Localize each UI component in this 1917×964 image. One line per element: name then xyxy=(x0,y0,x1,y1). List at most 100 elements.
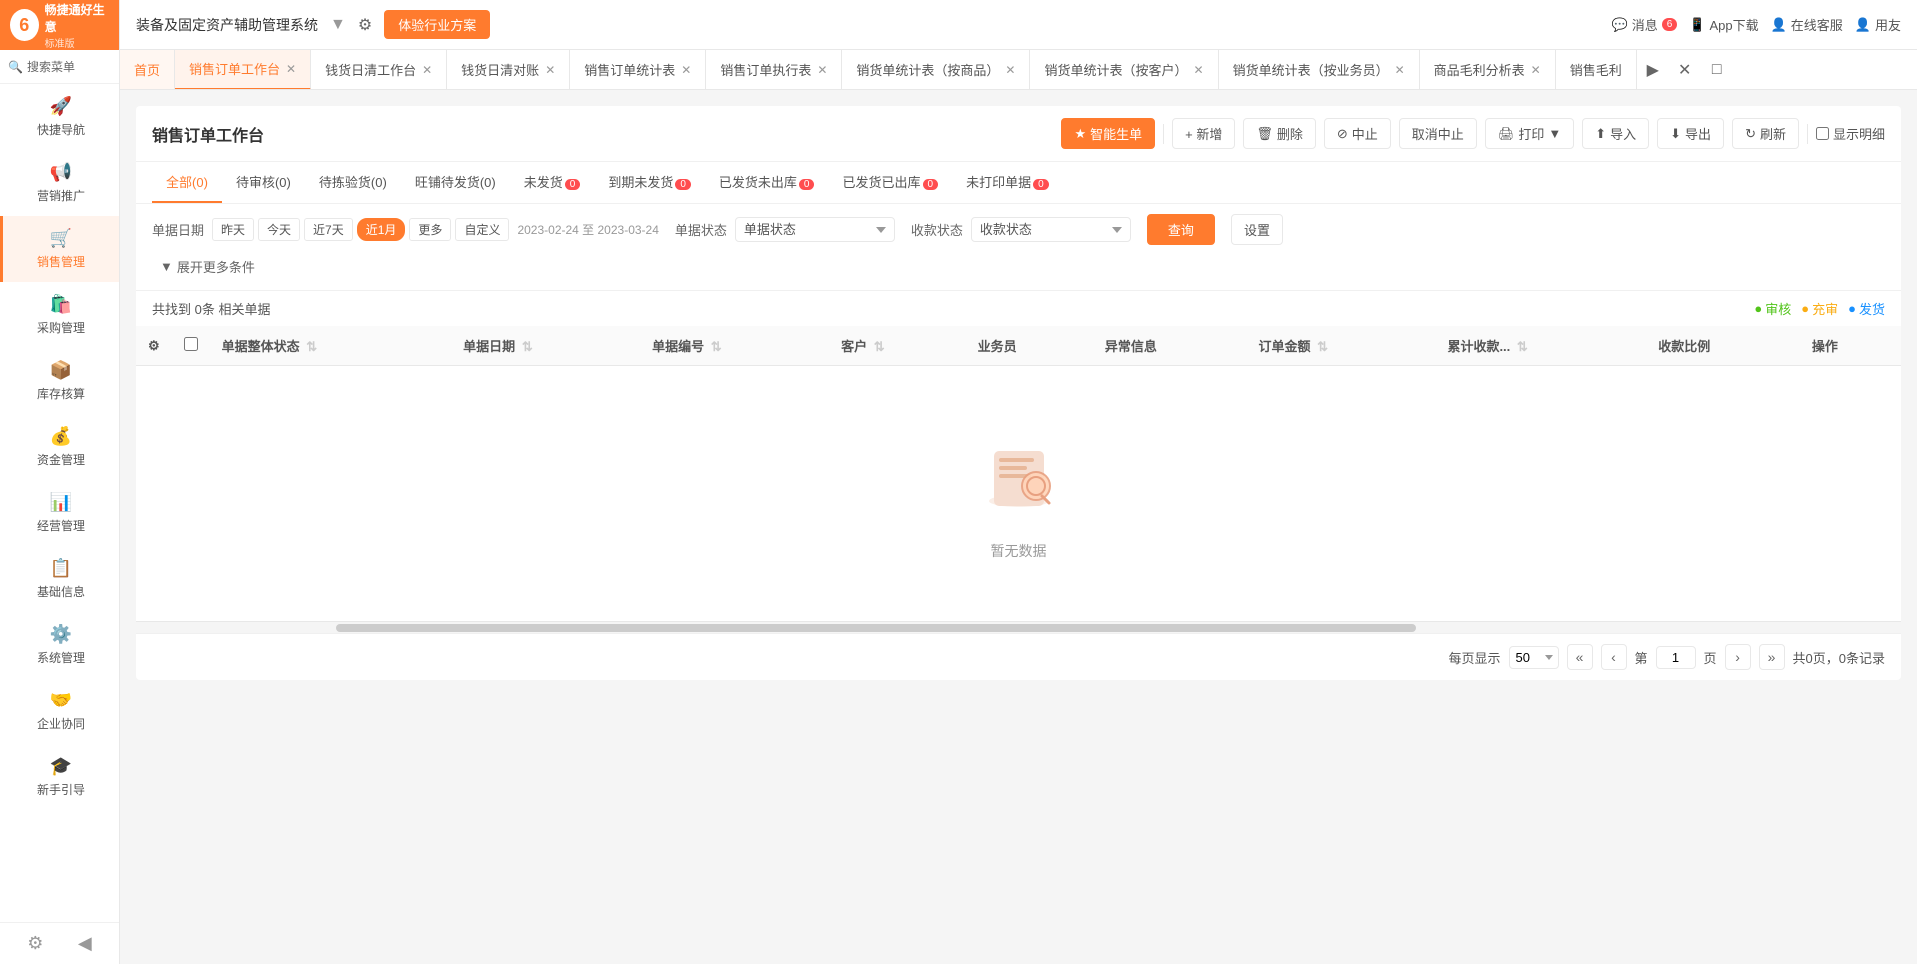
per-page-label: 每页显示 xyxy=(1448,648,1500,667)
sidebar-item-sales[interactable]: 🛒 销售管理 xyxy=(0,216,119,282)
column-settings-icon[interactable]: ⚙ xyxy=(148,338,160,353)
sort-amount-icon[interactable]: ⇅ xyxy=(1317,339,1328,354)
cancel-stop-btn[interactable]: 取消中止 xyxy=(1399,118,1477,149)
app-download-item[interactable]: 📱 App下载 xyxy=(1689,15,1758,34)
smart-create-btn[interactable]: ★ 智能生单 xyxy=(1061,118,1155,149)
add-btn[interactable]: + 新增 xyxy=(1172,118,1235,149)
sub-tab-not-printed[interactable]: 未打印单据0 xyxy=(952,162,1063,203)
sidebar-item-system[interactable]: ⚙️ 系统管理 xyxy=(0,612,119,678)
sidebar-item-guide[interactable]: 🎓 新手引导 xyxy=(0,744,119,810)
page-num-input[interactable] xyxy=(1656,646,1696,669)
query-btn[interactable]: 查询 xyxy=(1147,214,1215,245)
scroll-thumb[interactable] xyxy=(336,624,1416,632)
sub-tab-shipped-warehoused[interactable]: 已发货已出库0 xyxy=(828,162,952,203)
search-menu[interactable]: 🔍 搜索菜单 xyxy=(0,50,119,84)
tab-home[interactable]: 首页 xyxy=(120,50,175,90)
sort-date-icon[interactable]: ⇅ xyxy=(522,339,533,354)
sort-status-icon[interactable]: ⇅ xyxy=(306,339,317,354)
page-next-btn[interactable]: › xyxy=(1725,644,1751,670)
stop-btn[interactable]: ⊘ 中止 xyxy=(1324,118,1391,149)
tab-cash-reconcile[interactable]: 钱货日清对账 ✕ xyxy=(447,50,570,90)
tab-product-margin[interactable]: 商品毛利分析表 ✕ xyxy=(1420,50,1556,90)
page-prev-btn[interactable]: ‹ xyxy=(1601,644,1627,670)
export-btn[interactable]: ⬇ 导出 xyxy=(1657,118,1724,149)
message-icon-item[interactable]: 💬 消息 6 xyxy=(1612,15,1678,34)
tab-cash-daily[interactable]: 钱货日清工作台 ✕ xyxy=(311,50,447,90)
expand-more-btn[interactable]: ▼ 展开更多条件 xyxy=(152,253,1885,280)
batch-deliver-btn[interactable]: ● 发货 xyxy=(1848,299,1885,318)
show-detail-checkbox[interactable] xyxy=(1816,127,1829,140)
sub-tab-all[interactable]: 全部(0) xyxy=(152,162,222,203)
receipt-select[interactable]: 收款状态 xyxy=(971,217,1131,242)
online-service-item[interactable]: 👤 在线客服 xyxy=(1771,15,1843,34)
select-all-checkbox[interactable] xyxy=(184,337,198,351)
tab-close-all[interactable]: ✕ xyxy=(1669,50,1701,90)
sidebar-item-finance[interactable]: 💰 资金管理 xyxy=(0,414,119,480)
per-page-select[interactable]: 20 50 100 xyxy=(1509,646,1559,669)
status-select[interactable]: 单据状态 xyxy=(735,217,895,242)
tab-close-cash-reconcile[interactable]: ✕ xyxy=(545,63,555,77)
sidebar-item-base-info[interactable]: 📋 基础信息 xyxy=(0,546,119,612)
date-btn-custom[interactable]: 自定义 xyxy=(455,218,509,241)
sidebar-item-enterprise[interactable]: 🤝 企业协同 xyxy=(0,678,119,744)
sub-tab-shop-pending-ship[interactable]: 旺铺待发货(0) xyxy=(401,162,510,203)
sidebar-item-marketing[interactable]: 📢 营销推广 xyxy=(0,150,119,216)
date-btn-today[interactable]: 今天 xyxy=(258,218,300,241)
sidebar-item-purchase[interactable]: 🛍️ 采购管理 xyxy=(0,282,119,348)
message-icon: 💬 xyxy=(1612,17,1628,33)
tab-sales-workbench[interactable]: 销售订单工作台 ✕ xyxy=(175,50,311,90)
date-range-btns: 昨天 今天 近7天 近1月 更多 自定义 xyxy=(212,218,509,241)
tab-close-sales-stat[interactable]: ✕ xyxy=(681,63,691,77)
user-item[interactable]: 👤 用友 xyxy=(1855,15,1901,34)
page-first-btn[interactable]: « xyxy=(1567,644,1593,670)
tab-sales-summary-client[interactable]: 销货单统计表（按客户） ✕ xyxy=(1030,50,1218,90)
date-btn-more[interactable]: 更多 xyxy=(409,218,451,241)
tab-sales-summary-product[interactable]: 销货单统计表（按商品） ✕ xyxy=(842,50,1030,90)
sort-receipt-icon[interactable]: ⇅ xyxy=(1517,339,1528,354)
sub-tab-pending-review[interactable]: 待审核(0) xyxy=(222,162,305,203)
date-btn-1month[interactable]: 近1月 xyxy=(357,218,406,241)
refresh-btn[interactable]: ↻ 刷新 xyxy=(1732,118,1799,149)
tab-close-product-margin[interactable]: ✕ xyxy=(1531,63,1541,77)
filter-settings-btn[interactable]: 设置 xyxy=(1231,214,1283,245)
sidebar-item-operations[interactable]: 📊 经营管理 xyxy=(0,480,119,546)
col-operations: 操作 xyxy=(1800,326,1901,366)
header-settings-icon[interactable]: ⚙ xyxy=(358,15,372,35)
tab-close-sales-summary-client[interactable]: ✕ xyxy=(1194,63,1204,77)
sidebar-item-quick-nav[interactable]: 🚀 快捷导航 xyxy=(0,84,119,150)
sidebar-settings-btn[interactable]: ⚙ xyxy=(27,933,43,954)
batch-review-btn[interactable]: ● 审核 xyxy=(1754,299,1791,318)
horizontal-scrollbar[interactable] xyxy=(136,621,1901,633)
tab-expand[interactable]: □ xyxy=(1701,50,1733,90)
sub-tab-not-shipped[interactable]: 未发货0 xyxy=(510,162,595,203)
tab-sales-summary-staff[interactable]: 销货单统计表（按业务员） ✕ xyxy=(1219,50,1420,90)
sort-client-icon[interactable]: ⇅ xyxy=(874,339,885,354)
tab-sales-profit[interactable]: 销售毛利 xyxy=(1556,50,1637,90)
date-btn-yesterday[interactable]: 昨天 xyxy=(212,218,254,241)
show-detail-toggle[interactable]: 显示明细 xyxy=(1816,124,1885,143)
tab-sales-exec[interactable]: 销售订单执行表 ✕ xyxy=(706,50,842,90)
tab-close-sales-exec[interactable]: ✕ xyxy=(817,63,827,77)
batch-unreviewed-btn[interactable]: ● 充审 xyxy=(1801,299,1838,318)
sub-tab-shipped-not-warehouse[interactable]: 已发货未出库0 xyxy=(705,162,829,203)
tab-close-sales-workbench[interactable]: ✕ xyxy=(286,62,296,76)
sub-tab-pending-inspect[interactable]: 待拣验货(0) xyxy=(305,162,401,203)
sort-number-icon[interactable]: ⇅ xyxy=(711,339,722,354)
sub-tab-overdue-not-shipped[interactable]: 到期未发货0 xyxy=(594,162,705,203)
tab-scroll-right[interactable]: ▶ xyxy=(1637,50,1669,90)
delete-btn[interactable]: 🗑 删除 xyxy=(1243,118,1316,149)
dropdown-icon[interactable]: ▼ xyxy=(330,16,346,34)
date-btn-7days[interactable]: 近7天 xyxy=(304,218,353,241)
tab-sales-stat[interactable]: 销售订单统计表 ✕ xyxy=(570,50,706,90)
sidebar-collapse-btn[interactable]: ◀ xyxy=(78,933,92,954)
tab-close-cash-daily[interactable]: ✕ xyxy=(422,63,432,77)
data-table: ⚙ 单据整体状态 ⇅ 单据日期 ⇅ xyxy=(136,326,1901,366)
tab-close-sales-summary-product[interactable]: ✕ xyxy=(1005,63,1015,77)
import-btn[interactable]: ⬆ 导入 xyxy=(1582,118,1649,149)
page-last-btn[interactable]: » xyxy=(1759,644,1785,670)
print-btn[interactable]: 🖨 打印 ▼ xyxy=(1485,118,1574,149)
tab-close-sales-summary-staff[interactable]: ✕ xyxy=(1395,63,1405,77)
receipt-filter: 收款状态 收款状态 xyxy=(911,217,1131,242)
sidebar-item-inventory[interactable]: 📦 库存核算 xyxy=(0,348,119,414)
industry-btn[interactable]: 体验行业方案 xyxy=(384,10,490,39)
